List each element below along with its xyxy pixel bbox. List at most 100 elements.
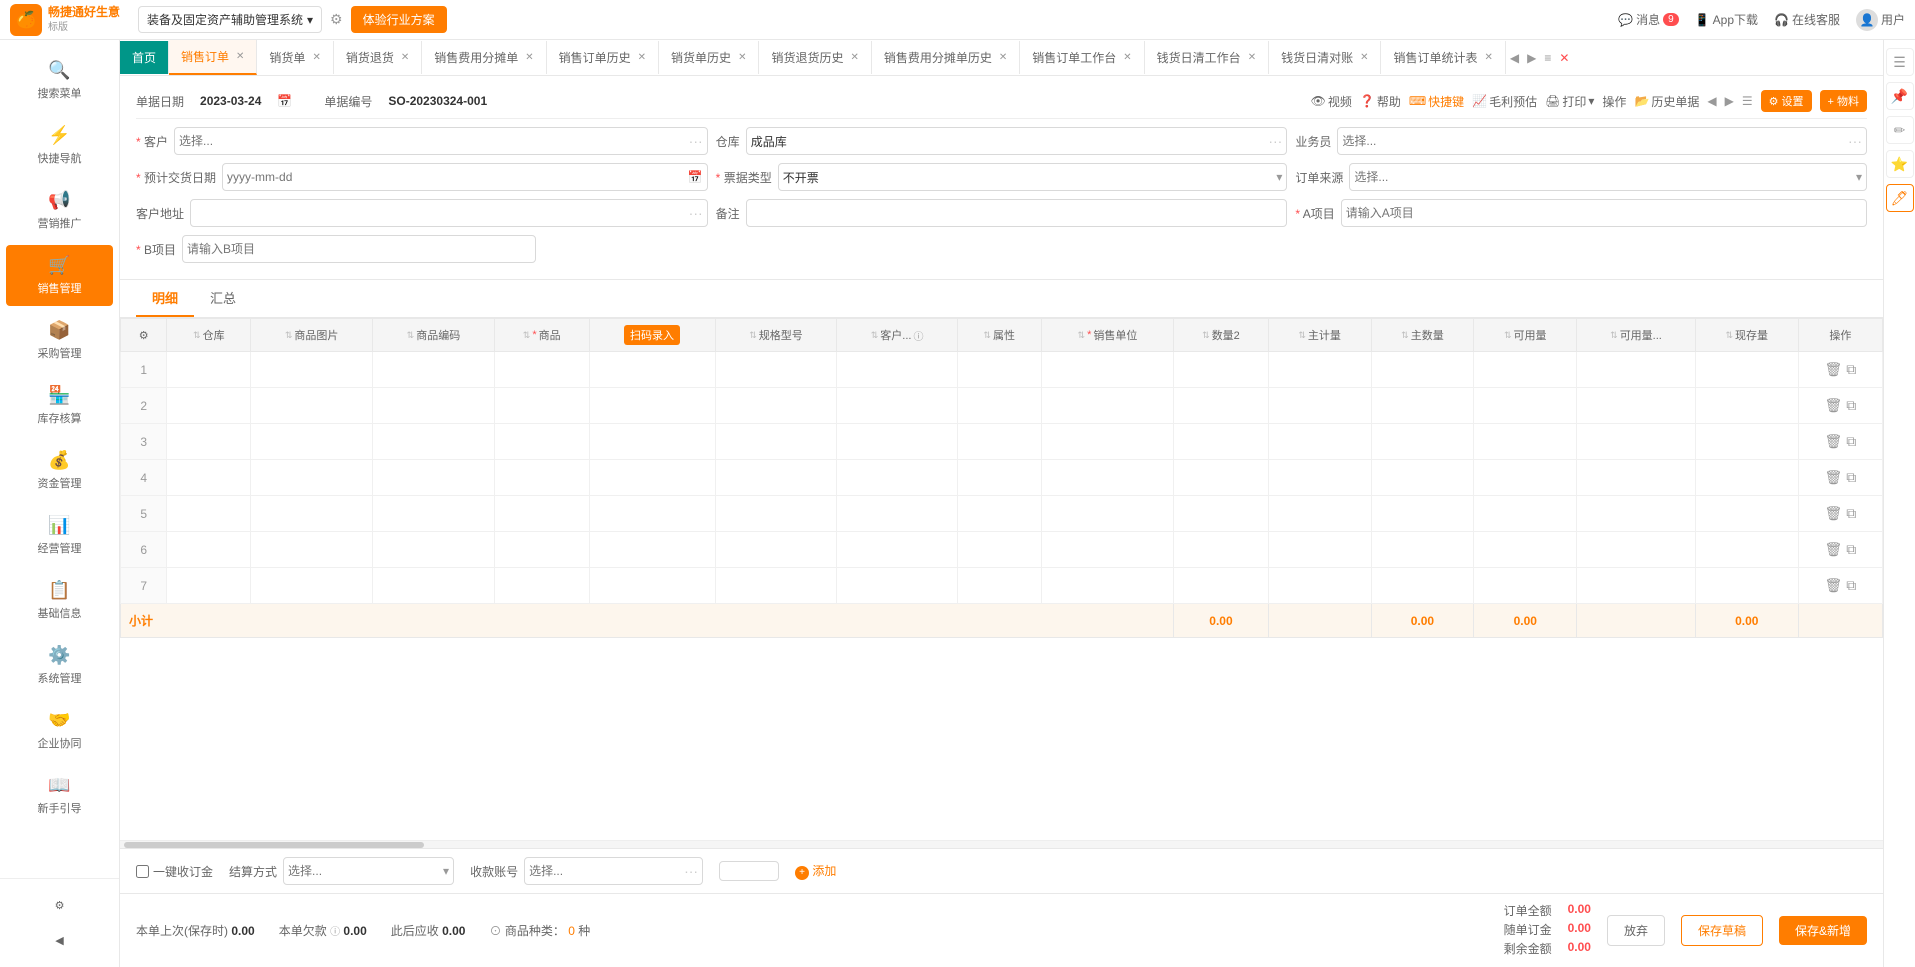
col-customer-code[interactable]: ⇅客户...ⓘ bbox=[837, 319, 957, 352]
row-2-customer-code[interactable] bbox=[837, 388, 957, 424]
delete-icon[interactable]: 🗑 bbox=[1824, 505, 1842, 522]
col-settings[interactable]: ⚙ bbox=[121, 319, 167, 352]
b-project-wrapper[interactable] bbox=[182, 235, 536, 263]
row-3-main-unit[interactable] bbox=[1268, 424, 1371, 460]
row-4-customer-code[interactable] bbox=[837, 460, 957, 496]
sidebar-collapse-btn[interactable]: ◀ bbox=[6, 924, 113, 957]
row-5-warehouse[interactable] bbox=[167, 496, 251, 532]
delete-icon[interactable]: 🗑 bbox=[1824, 541, 1842, 558]
collection-dots[interactable]: ··· bbox=[684, 863, 698, 879]
tab-close-all[interactable]: ✕ bbox=[1555, 51, 1573, 65]
tab-order-history[interactable]: 销售订单历史 ✕ bbox=[547, 41, 659, 74]
invoice-type-wrapper[interactable]: ▾ bbox=[778, 163, 1288, 191]
tab-close-icon-12[interactable]: ✕ bbox=[1485, 52, 1493, 63]
col-scan[interactable]: 扫码录入 bbox=[589, 319, 715, 352]
table-wrapper[interactable]: ⚙ ⇅仓库 ⇅商品图片 ⇅商品编码 ⇅*商品 扫码录入 ⇅规格型号 ⇅客户...… bbox=[120, 318, 1883, 840]
sidebar-item-marketing[interactable]: 📢 营销推广 bbox=[6, 180, 113, 241]
row-1-code[interactable] bbox=[373, 352, 495, 388]
col-product[interactable]: ⇅*商品 bbox=[494, 319, 589, 352]
sidebar-item-finance[interactable]: 💰 资金管理 bbox=[6, 440, 113, 501]
invoice-chevron-icon[interactable]: ▾ bbox=[1276, 170, 1282, 184]
row-7-code[interactable] bbox=[373, 568, 495, 604]
nav-left-icon[interactable]: ◀ bbox=[1707, 94, 1716, 108]
tab-cash-workbench[interactable]: 钱货日清工作台 ✕ bbox=[1145, 41, 1269, 74]
row-4-attribute[interactable] bbox=[957, 460, 1041, 496]
row-3-code[interactable] bbox=[373, 424, 495, 460]
row-1-warehouse[interactable] bbox=[167, 352, 251, 388]
settings-icon[interactable]: ⚙ bbox=[330, 11, 343, 28]
right-panel-btn-1[interactable]: ☰ bbox=[1886, 48, 1914, 76]
copy-icon[interactable]: ⧉ bbox=[1846, 397, 1856, 414]
tab-sales-order[interactable]: 销售订单 ✕ bbox=[169, 40, 257, 75]
sidebar-item-operations[interactable]: 📊 经营管理 bbox=[6, 505, 113, 566]
row-5-product[interactable] bbox=[494, 496, 589, 532]
sidebar-item-search[interactable]: 🔍 搜索菜单 bbox=[6, 50, 113, 111]
scan-btn[interactable]: 扫码录入 bbox=[624, 325, 680, 345]
payment-method-wrapper[interactable]: ▾ bbox=[283, 857, 454, 885]
sidebar-item-system[interactable]: ⚙️ 系统管理 bbox=[6, 635, 113, 696]
source-chevron-icon[interactable]: ▾ bbox=[1856, 170, 1862, 184]
row-1-sales-unit[interactable] bbox=[1041, 352, 1174, 388]
row-3-customer-code[interactable] bbox=[837, 424, 957, 460]
row-3-main-qty[interactable] bbox=[1371, 424, 1474, 460]
row-1-main-unit[interactable] bbox=[1268, 352, 1371, 388]
row-3-warehouse[interactable] bbox=[167, 424, 251, 460]
tab-close-icon-10[interactable]: ✕ bbox=[1248, 52, 1256, 63]
salesperson-input[interactable] bbox=[1342, 134, 1848, 148]
row-2-sales-unit[interactable] bbox=[1041, 388, 1174, 424]
row-5-sales-unit[interactable] bbox=[1041, 496, 1174, 532]
row-5-customer-code[interactable] bbox=[837, 496, 957, 532]
row-4-code[interactable] bbox=[373, 460, 495, 496]
discard-button[interactable]: 放弃 bbox=[1607, 915, 1665, 946]
grid-view-icon[interactable]: ☰ bbox=[1742, 94, 1753, 108]
customer-input[interactable] bbox=[179, 134, 689, 148]
col-quantity2[interactable]: ⇅数量2 bbox=[1174, 319, 1268, 352]
tab-nav-left[interactable]: ◀ bbox=[1506, 51, 1523, 65]
row-3-qty2[interactable] bbox=[1174, 424, 1268, 460]
history-btn[interactable]: 📂 历史单据 bbox=[1634, 93, 1699, 110]
row-5-main-qty[interactable] bbox=[1371, 496, 1474, 532]
copy-icon[interactable]: ⧉ bbox=[1846, 361, 1856, 378]
ops-btn[interactable]: 操作 bbox=[1602, 93, 1626, 110]
col-main-unit[interactable]: ⇅主计量 bbox=[1268, 319, 1371, 352]
row-5-code[interactable] bbox=[373, 496, 495, 532]
row-6-code[interactable] bbox=[373, 532, 495, 568]
row-5-attribute[interactable] bbox=[957, 496, 1041, 532]
invoice-type-input[interactable] bbox=[783, 170, 1277, 184]
nav-right-icon[interactable]: ▶ bbox=[1725, 94, 1734, 108]
row-4-main-qty[interactable] bbox=[1371, 460, 1474, 496]
salesperson-input-wrapper[interactable]: ··· bbox=[1337, 127, 1867, 155]
debt-info-icon[interactable]: ⓘ bbox=[330, 927, 340, 938]
warehouse-input-wrapper[interactable]: ··· bbox=[746, 127, 1288, 155]
industry-solution-button[interactable]: 体验行业方案 bbox=[351, 6, 447, 33]
payment-method-input[interactable] bbox=[288, 864, 443, 878]
note-wrapper[interactable] bbox=[746, 199, 1288, 227]
row-6-warehouse[interactable] bbox=[167, 532, 251, 568]
sidebar-item-stock[interactable]: 🏪 库存核算 bbox=[6, 375, 113, 436]
row-4-sales-unit[interactable] bbox=[1041, 460, 1174, 496]
warehouse-dots[interactable]: ··· bbox=[1268, 133, 1282, 149]
tab-close-icon-6[interactable]: ✕ bbox=[738, 52, 746, 63]
row-2-attribute[interactable] bbox=[957, 388, 1041, 424]
print-btn[interactable]: 🖨 打印 ▾ bbox=[1545, 93, 1594, 110]
add-button[interactable]: + 添加 bbox=[795, 862, 836, 880]
calendar-icon[interactable]: 📅 bbox=[277, 94, 292, 108]
row-3-attribute[interactable] bbox=[957, 424, 1041, 460]
collection-wrapper[interactable]: ··· bbox=[524, 857, 703, 885]
profit-btn[interactable]: 📈 毛利预估 bbox=[1472, 93, 1537, 110]
row-2-qty2[interactable] bbox=[1174, 388, 1268, 424]
row-3-sales-unit[interactable] bbox=[1041, 424, 1174, 460]
row-7-product[interactable] bbox=[494, 568, 589, 604]
col-product-image[interactable]: ⇅商品图片 bbox=[251, 319, 373, 352]
one-click-checkbox[interactable] bbox=[136, 865, 149, 878]
delete-icon[interactable]: 🗑 bbox=[1824, 469, 1842, 486]
row-2-code[interactable] bbox=[373, 388, 495, 424]
tab-return-history[interactable]: 销货单历史 ✕ bbox=[659, 41, 759, 74]
sidebar-item-quick-nav[interactable]: ⚡ 快捷导航 bbox=[6, 115, 113, 176]
calendar-small-icon[interactable]: 📅 bbox=[688, 170, 703, 184]
row-6-spec[interactable] bbox=[715, 532, 837, 568]
row-7-spec[interactable] bbox=[715, 568, 837, 604]
copy-icon[interactable]: ⧉ bbox=[1846, 469, 1856, 486]
row-6-product[interactable] bbox=[494, 532, 589, 568]
tab-close-icon-5[interactable]: ✕ bbox=[638, 52, 646, 63]
